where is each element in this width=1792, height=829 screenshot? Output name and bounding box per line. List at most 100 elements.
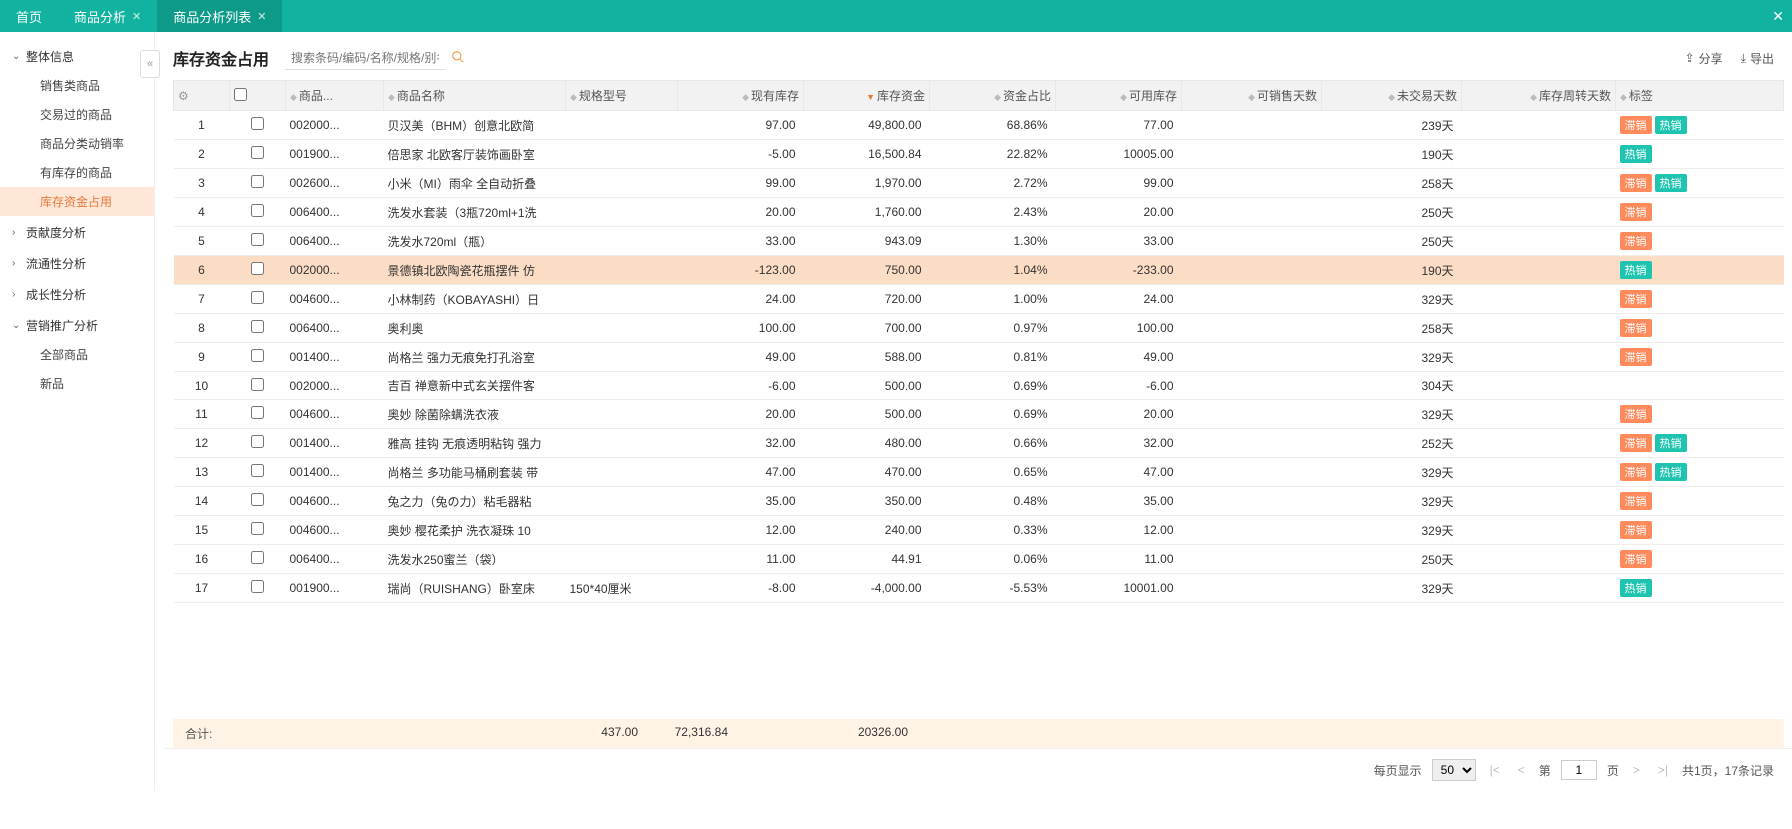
next-page-button[interactable]: > (1629, 763, 1644, 777)
table-row[interactable]: 7004600...小林制药（KOBAYASHI）日24.00720.001.0… (174, 285, 1784, 314)
table-row[interactable]: 17001900...瑞尚（RUISHANG）卧室床150*40厘米-8.00-… (174, 574, 1784, 603)
row-chk[interactable] (230, 198, 286, 227)
col-saledays[interactable]: ◆可销售天数 (1182, 81, 1322, 111)
row-chk[interactable] (230, 545, 286, 574)
sidebar-collapse-button[interactable]: « (140, 50, 160, 78)
table-row[interactable]: 9001400...尚格兰 强力无痕免打孔浴室49.00588.000.81%4… (174, 343, 1784, 372)
share-button[interactable]: ⇪分享 (1685, 50, 1723, 67)
row-checkbox[interactable] (251, 262, 264, 275)
select-all-checkbox[interactable] (234, 88, 247, 101)
cell-notrade: 252天 (1322, 429, 1462, 458)
row-chk[interactable] (230, 314, 286, 343)
row-checkbox[interactable] (251, 464, 264, 477)
row-chk[interactable] (230, 285, 286, 314)
table-row[interactable]: 3002600...小米（MI）雨伞 全自动折叠99.001,970.002.7… (174, 169, 1784, 198)
tab-0[interactable]: 首页 (0, 0, 58, 32)
row-chk[interactable] (230, 487, 286, 516)
tag-badge: 热销 (1655, 434, 1687, 452)
sidebar-item-0-4[interactable]: 库存资金占用 (0, 187, 154, 216)
row-checkbox[interactable] (251, 349, 264, 362)
sidebar-item-0-1[interactable]: 交易过的商品 (0, 100, 154, 129)
cell-stock: 20.00 (678, 400, 804, 429)
row-checkbox[interactable] (251, 522, 264, 535)
row-checkbox[interactable] (251, 551, 264, 564)
col-spec[interactable]: ◆规格型号 (566, 81, 678, 111)
table-row[interactable]: 12001400...雅高 挂钩 无痕透明粘钩 强力32.00480.000.6… (174, 429, 1784, 458)
row-checkbox[interactable] (251, 406, 264, 419)
table-row[interactable]: 15004600...奥妙 樱花柔护 洗衣凝珠 1012.00240.000.3… (174, 516, 1784, 545)
row-chk[interactable] (230, 429, 286, 458)
cell-spec (566, 372, 678, 400)
search-icon[interactable] (451, 50, 465, 67)
cell-avail: -6.00 (1056, 372, 1182, 400)
col-code[interactable]: ◆商品... (286, 81, 384, 111)
row-checkbox[interactable] (251, 435, 264, 448)
table-row[interactable]: 6002000...景德镇北欧陶瓷花瓶摆件 仿-123.00750.001.04… (174, 256, 1784, 285)
tab-close-icon[interactable]: ✕ (257, 10, 266, 23)
col-fund[interactable]: ▼库存资金 (804, 81, 930, 111)
row-checkbox[interactable] (251, 320, 264, 333)
row-chk[interactable] (230, 516, 286, 545)
per-page-select[interactable]: 50 (1432, 759, 1476, 781)
row-chk[interactable] (230, 111, 286, 140)
tab-1[interactable]: 商品分析✕ (58, 0, 157, 32)
search-input[interactable] (285, 47, 445, 70)
row-checkbox[interactable] (251, 580, 264, 593)
table-row[interactable]: 16006400...洗发水250蜜兰（袋）11.0044.910.06%11.… (174, 545, 1784, 574)
sidebar-item-4-1[interactable]: 新品 (0, 369, 154, 398)
row-checkbox[interactable] (251, 117, 264, 130)
sort-icon: ◆ (1620, 93, 1627, 101)
col-avail[interactable]: ◆可用库存 (1056, 81, 1182, 111)
row-checkbox[interactable] (251, 291, 264, 304)
row-checkbox[interactable] (251, 378, 264, 391)
col-name[interactable]: ◆商品名称 (384, 81, 566, 111)
row-chk[interactable] (230, 227, 286, 256)
sidebar-group-2[interactable]: ›流通性分析 (0, 249, 154, 278)
last-page-button[interactable]: >| (1654, 763, 1672, 777)
table-row[interactable]: 11004600...奥妙 除菌除螨洗衣液20.00500.000.69%20.… (174, 400, 1784, 429)
row-chk[interactable] (230, 458, 286, 487)
table-row[interactable]: 4006400...洗发水套装（3瓶720ml+1洗20.001,760.002… (174, 198, 1784, 227)
row-chk[interactable] (230, 400, 286, 429)
gear-icon[interactable]: ⚙ (178, 89, 189, 103)
col-notrade[interactable]: ◆未交易天数 (1322, 81, 1462, 111)
sidebar-item-4-0[interactable]: 全部商品 (0, 340, 154, 369)
page-input[interactable] (1561, 760, 1597, 780)
table-row[interactable]: 10002000...吉百 禅意新中式玄关摆件客-6.00500.000.69%… (174, 372, 1784, 400)
sidebar-group-3[interactable]: ›成长性分析 (0, 280, 154, 309)
row-checkbox[interactable] (251, 204, 264, 217)
export-button[interactable]: ⤓导出 (1741, 50, 1774, 67)
row-checkbox[interactable] (251, 175, 264, 188)
table-row[interactable]: 14004600...兔之力（兔の力）粘毛器粘35.00350.000.48%3… (174, 487, 1784, 516)
cell-pct: 0.66% (930, 429, 1056, 458)
sidebar-item-0-0[interactable]: 销售类商品 (0, 71, 154, 100)
tab-close-icon[interactable]: ✕ (132, 10, 141, 23)
first-page-button[interactable]: |< (1486, 763, 1504, 777)
col-pct[interactable]: ◆资金占比 (930, 81, 1056, 111)
table-row[interactable]: 1002000...贝汉美（BHM）创意北欧简97.0049,800.0068.… (174, 111, 1784, 140)
table-row[interactable]: 5006400...洗发水720ml（瓶）33.00943.091.30%33.… (174, 227, 1784, 256)
row-chk[interactable] (230, 372, 286, 400)
tab-2[interactable]: 商品分析列表✕ (157, 0, 282, 32)
row-chk[interactable] (230, 343, 286, 372)
prev-page-button[interactable]: < (1514, 763, 1529, 777)
row-chk[interactable] (230, 169, 286, 198)
row-chk[interactable] (230, 140, 286, 169)
col-tags[interactable]: ◆标签 (1616, 81, 1784, 111)
table-row[interactable]: 13001400...尚格兰 多功能马桶刷套装 带47.00470.000.65… (174, 458, 1784, 487)
table-row[interactable]: 8006400...奥利奥100.00700.000.97%100.00258天… (174, 314, 1784, 343)
table-row[interactable]: 2001900...倍思家 北欧客厅装饰画卧室-5.0016,500.8422.… (174, 140, 1784, 169)
col-turnover[interactable]: ◆库存周转天数 (1462, 81, 1616, 111)
close-all-icon[interactable]: ✕ (1772, 0, 1784, 32)
sidebar-item-0-2[interactable]: 商品分类动销率 (0, 129, 154, 158)
row-chk[interactable] (230, 574, 286, 603)
row-checkbox[interactable] (251, 493, 264, 506)
sidebar-group-0[interactable]: ⌄整体信息 (0, 42, 154, 71)
row-checkbox[interactable] (251, 146, 264, 159)
row-chk[interactable] (230, 256, 286, 285)
sidebar-group-1[interactable]: ›贡献度分析 (0, 218, 154, 247)
sidebar-item-0-3[interactable]: 有库存的商品 (0, 158, 154, 187)
col-stock[interactable]: ◆现有库存 (678, 81, 804, 111)
sidebar-group-4[interactable]: ⌄营销推广分析 (0, 311, 154, 340)
row-checkbox[interactable] (251, 233, 264, 246)
